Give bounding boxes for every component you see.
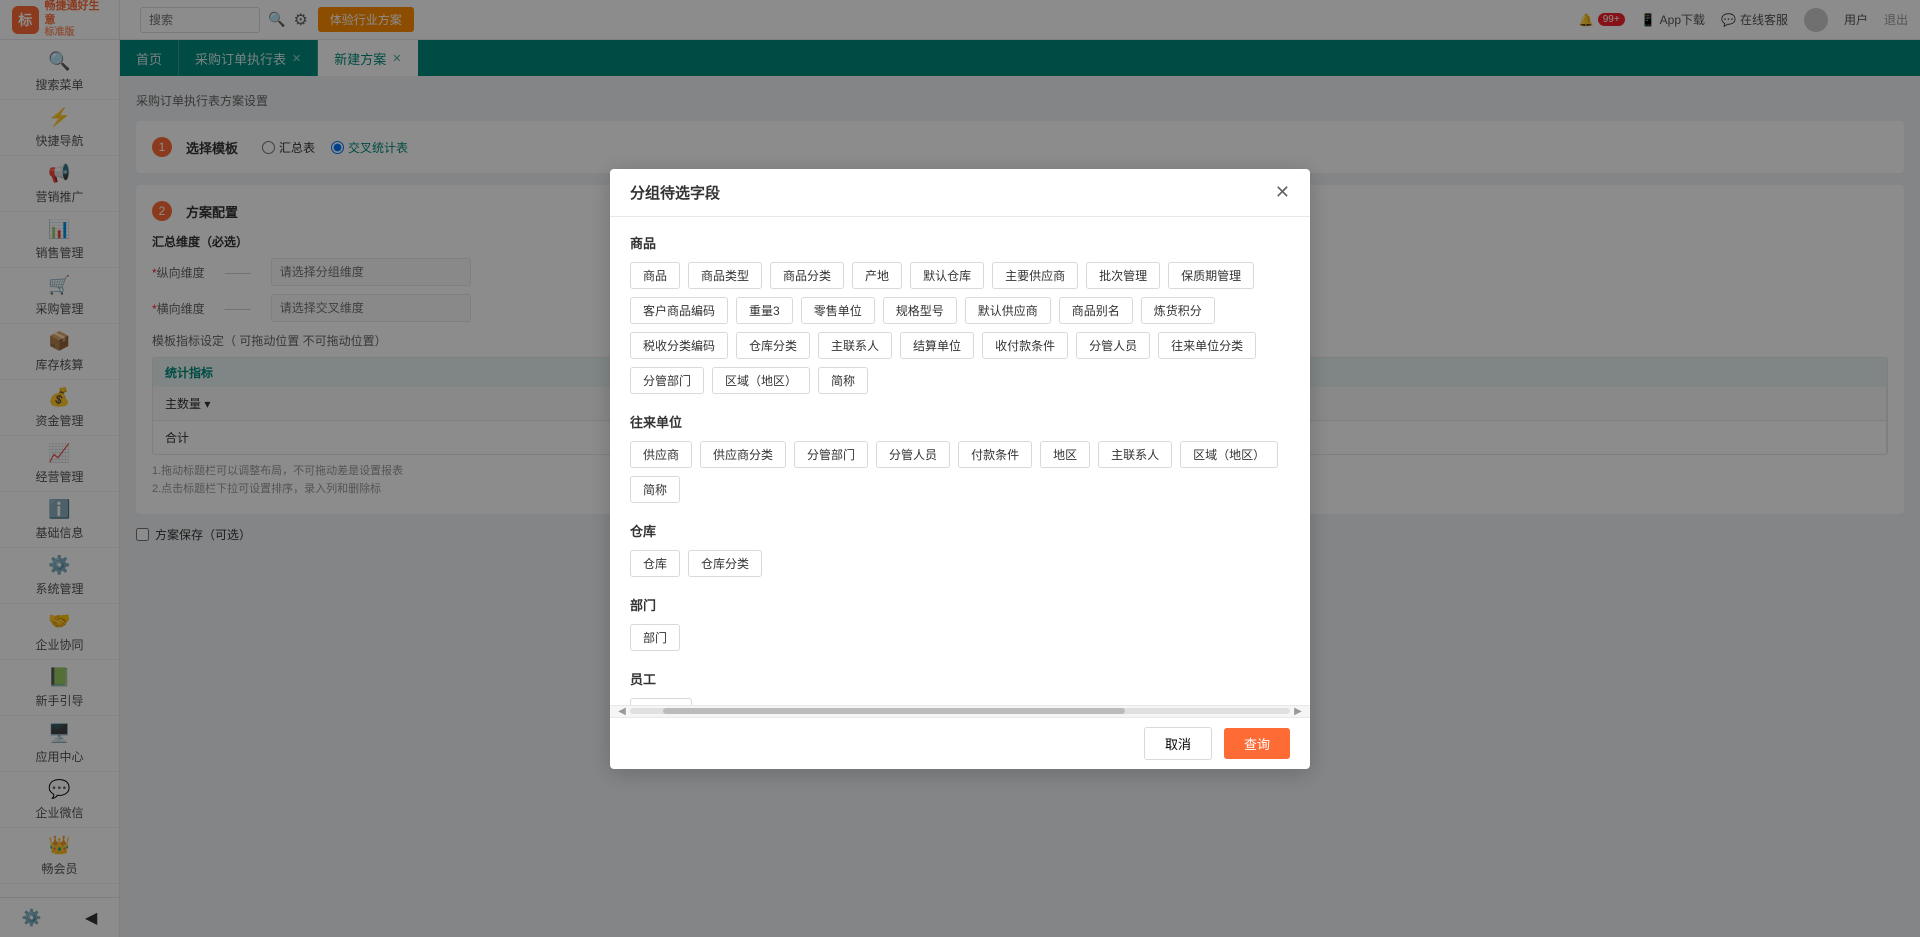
field-tag-0-2[interactable]: 商品分类 (770, 262, 844, 289)
field-tag-0-21[interactable]: 往来单位分类 (1158, 332, 1256, 359)
field-tag-0-7[interactable]: 保质期管理 (1168, 262, 1254, 289)
field-tag-0-9[interactable]: 重量3 (736, 297, 793, 324)
h-scrollbar-thumb (663, 708, 1125, 714)
modal-body[interactable]: 商品商品商品类型商品分类产地默认仓库主要供应商批次管理保质期管理客户商品编码重量… (610, 217, 1310, 705)
modal-header: 分组待选字段 ✕ (610, 169, 1310, 217)
field-tag-3-0[interactable]: 部门 (630, 624, 680, 651)
field-tag-0-1[interactable]: 商品类型 (688, 262, 762, 289)
field-tag-0-5[interactable]: 主要供应商 (992, 262, 1078, 289)
field-tag-0-4[interactable]: 默认仓库 (910, 262, 984, 289)
field-tag-0-15[interactable]: 税收分类编码 (630, 332, 728, 359)
field-tag-0-3[interactable]: 产地 (852, 262, 902, 289)
field-tag-0-24[interactable]: 简称 (818, 367, 868, 394)
cancel-button[interactable]: 取消 (1144, 727, 1212, 760)
field-tag-1-3[interactable]: 分管人员 (876, 441, 950, 468)
field-tag-1-7[interactable]: 区域（地区） (1180, 441, 1278, 468)
field-section-4: 员工业务员 (630, 669, 1290, 705)
field-tag-0-13[interactable]: 商品别名 (1059, 297, 1133, 324)
field-tags-4: 业务员 (630, 698, 1290, 705)
modal-footer: 取消 查询 (610, 717, 1310, 769)
field-tag-1-1[interactable]: 供应商分类 (700, 441, 786, 468)
field-tag-0-18[interactable]: 结算单位 (900, 332, 974, 359)
field-tag-0-20[interactable]: 分管人员 (1076, 332, 1150, 359)
horizontal-scrollbar: ◀ ▶ (610, 705, 1310, 717)
field-tag-0-14[interactable]: 炼货积分 (1141, 297, 1215, 324)
field-section-title-4: 员工 (630, 669, 1290, 688)
field-section-1: 往来单位供应商供应商分类分管部门分管人员付款条件地区主联系人区域（地区） 简称 (630, 412, 1290, 503)
field-tag-0-22[interactable]: 分管部门 (630, 367, 704, 394)
field-tag-0-8[interactable]: 客户商品编码 (630, 297, 728, 324)
confirm-button[interactable]: 查询 (1224, 728, 1290, 759)
field-tag-2-1[interactable]: 仓库分类 (688, 550, 762, 577)
field-tag-1-4[interactable]: 付款条件 (958, 441, 1032, 468)
scroll-left-arrow[interactable]: ◀ (614, 706, 630, 717)
field-tag-1-6[interactable]: 主联系人 (1098, 441, 1172, 468)
field-tag-1-5[interactable]: 地区 (1040, 441, 1090, 468)
field-tag-0-16[interactable]: 仓库分类 (736, 332, 810, 359)
field-section-2: 仓库仓库仓库分类 (630, 521, 1290, 577)
modal-title: 分组待选字段 (630, 182, 720, 203)
field-tag-0-23[interactable]: 区域（地区） (712, 367, 810, 394)
field-section-title-2: 仓库 (630, 521, 1290, 540)
field-tag-0-6[interactable]: 批次管理 (1086, 262, 1160, 289)
field-section-title-1: 往来单位 (630, 412, 1290, 431)
h-scrollbar-track (630, 708, 1290, 714)
field-tags-2: 仓库仓库分类 (630, 550, 1290, 577)
field-tag-1-8[interactable]: 简称 (630, 476, 680, 503)
field-tag-0-0[interactable]: 商品 (630, 262, 680, 289)
field-tags-0: 商品商品类型商品分类产地默认仓库主要供应商批次管理保质期管理客户商品编码重量3 零… (630, 262, 1290, 394)
field-tag-1-0[interactable]: 供应商 (630, 441, 692, 468)
field-tag-0-12[interactable]: 默认供应商 (965, 297, 1051, 324)
field-section-title-3: 部门 (630, 595, 1290, 614)
field-tag-4-0[interactable]: 业务员 (630, 698, 692, 705)
field-tags-1: 供应商供应商分类分管部门分管人员付款条件地区主联系人区域（地区） 简称 (630, 441, 1290, 503)
field-tag-0-10[interactable]: 零售单位 (801, 297, 875, 324)
field-tag-0-19[interactable]: 收付款条件 (982, 332, 1068, 359)
scroll-right-arrow[interactable]: ▶ (1290, 706, 1306, 717)
field-section-0: 商品商品商品类型商品分类产地默认仓库主要供应商批次管理保质期管理客户商品编码重量… (630, 233, 1290, 394)
field-section-3: 部门部门 (630, 595, 1290, 651)
modal-dialog: 分组待选字段 ✕ 商品商品商品类型商品分类产地默认仓库主要供应商批次管理保质期管… (610, 169, 1310, 769)
field-tag-0-11[interactable]: 规格型号 (883, 297, 957, 324)
field-tag-1-2[interactable]: 分管部门 (794, 441, 868, 468)
field-tags-3: 部门 (630, 624, 1290, 651)
field-tag-0-17[interactable]: 主联系人 (818, 332, 892, 359)
modal-overlay: 分组待选字段 ✕ 商品商品商品类型商品分类产地默认仓库主要供应商批次管理保质期管… (0, 0, 1920, 937)
field-tag-2-0[interactable]: 仓库 (630, 550, 680, 577)
modal-close-button[interactable]: ✕ (1275, 182, 1290, 203)
field-section-title-0: 商品 (630, 233, 1290, 252)
